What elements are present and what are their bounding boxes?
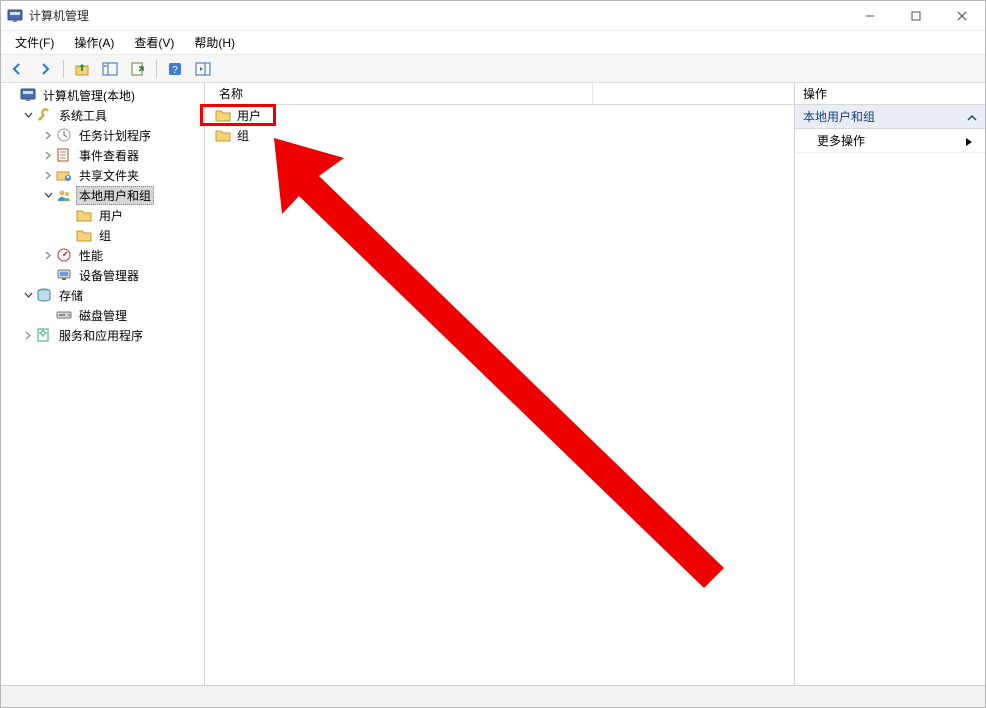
- shared-folders-icon: [56, 167, 72, 183]
- close-button[interactable]: [939, 1, 985, 30]
- folder-icon: [215, 107, 231, 123]
- content-pane: 名称 用户 组: [205, 83, 795, 685]
- export-list-button[interactable]: [126, 58, 150, 80]
- chevron-down-icon[interactable]: [21, 288, 35, 302]
- tree-node-storage[interactable]: 存储: [1, 285, 204, 305]
- tree-label: 本地用户和组: [76, 186, 154, 205]
- services-apps-icon: [36, 327, 52, 343]
- folder-icon: [76, 227, 92, 243]
- window-root: 计算机管理 文件(F) 操作(A) 查看(V) 帮助(H): [0, 0, 986, 708]
- window-controls: [847, 1, 985, 30]
- disk-management-icon: [56, 307, 72, 323]
- expander-spacer: [41, 268, 55, 282]
- chevron-right-icon[interactable]: [41, 128, 55, 142]
- tree-label: 服务和应用程序: [56, 326, 146, 345]
- list-header: 名称: [205, 83, 794, 105]
- tree-node-root[interactable]: 计算机管理(本地): [1, 85, 204, 105]
- tree-node-local-users-groups[interactable]: 本地用户和组: [1, 185, 204, 205]
- performance-icon: [56, 247, 72, 263]
- tree-label: 事件查看器: [76, 146, 142, 165]
- column-header-name[interactable]: 名称: [213, 82, 593, 105]
- actions-item-label: 更多操作: [817, 132, 865, 149]
- tree-label: 用户: [96, 206, 126, 225]
- actions-section-title[interactable]: 本地用户和组: [795, 105, 985, 129]
- tree-node-system-tools[interactable]: 系统工具: [1, 105, 204, 125]
- console-tree: 计算机管理(本地): [1, 85, 204, 345]
- chevron-down-icon[interactable]: [41, 188, 55, 202]
- forward-button[interactable]: [33, 58, 57, 80]
- chevron-right-icon[interactable]: [41, 168, 55, 182]
- app-icon: [7, 8, 23, 24]
- tree-label: 磁盘管理: [76, 306, 130, 325]
- tree-node-event-viewer[interactable]: 事件查看器: [1, 145, 204, 165]
- menubar: 文件(F) 操作(A) 查看(V) 帮助(H): [1, 31, 985, 55]
- chevron-right-icon[interactable]: [41, 248, 55, 262]
- folder-icon: [215, 127, 231, 143]
- expander-spacer: [61, 208, 75, 222]
- actions-item-more[interactable]: 更多操作: [795, 129, 985, 153]
- tree-node-services-apps[interactable]: 服务和应用程序: [1, 325, 204, 345]
- tree-label: 设备管理器: [76, 266, 142, 285]
- help-button[interactable]: ?: [163, 58, 187, 80]
- minimize-button[interactable]: [847, 1, 893, 30]
- tree-node-shared-folders[interactable]: 共享文件夹: [1, 165, 204, 185]
- expander-spacer: [61, 228, 75, 242]
- maximize-button[interactable]: [893, 1, 939, 30]
- expander-icon[interactable]: [5, 88, 19, 102]
- toolbar-separator: [63, 60, 64, 78]
- menu-help[interactable]: 帮助(H): [184, 32, 245, 53]
- back-button[interactable]: [5, 58, 29, 80]
- statusbar: [1, 685, 985, 707]
- show-hide-tree-button[interactable]: [98, 58, 122, 80]
- toolbar: ?: [1, 55, 985, 83]
- tree-node-device-manager[interactable]: 设备管理器: [1, 265, 204, 285]
- list-body[interactable]: 用户 组: [205, 105, 794, 685]
- tree-label: 计算机管理(本地): [40, 86, 138, 105]
- computer-management-icon: [20, 87, 36, 103]
- menu-file[interactable]: 文件(F): [5, 32, 64, 53]
- tree-label: 共享文件夹: [76, 166, 142, 185]
- actions-pane: 操作 本地用户和组 更多操作: [795, 83, 985, 685]
- tree-pane[interactable]: 计算机管理(本地): [1, 83, 205, 685]
- actions-section-label: 本地用户和组: [803, 108, 875, 125]
- chevron-right-icon[interactable]: [41, 148, 55, 162]
- device-manager-icon: [56, 267, 72, 283]
- toolbar-separator: [156, 60, 157, 78]
- clock-icon: [56, 127, 72, 143]
- chevron-right-icon[interactable]: [21, 328, 35, 342]
- event-viewer-icon: [56, 147, 72, 163]
- folder-icon: [76, 207, 92, 223]
- chevron-down-icon[interactable]: [21, 108, 35, 122]
- chevron-up-icon: [967, 112, 977, 122]
- list-item-groups[interactable]: 组: [205, 125, 794, 145]
- list-item-label: 组: [237, 127, 249, 144]
- menu-action[interactable]: 操作(A): [64, 32, 124, 53]
- tree-label: 任务计划程序: [76, 126, 154, 145]
- tree-node-users[interactable]: 用户: [1, 205, 204, 225]
- storage-icon: [36, 287, 52, 303]
- tree-node-task-scheduler[interactable]: 任务计划程序: [1, 125, 204, 145]
- list-item-label: 用户: [237, 107, 261, 124]
- titlebar: 计算机管理: [1, 1, 985, 31]
- up-level-button[interactable]: [70, 58, 94, 80]
- actions-header: 操作: [795, 83, 985, 105]
- tree-node-groups[interactable]: 组: [1, 225, 204, 245]
- tree-label: 组: [96, 226, 114, 245]
- body: 计算机管理(本地): [1, 83, 985, 685]
- tree-label: 性能: [76, 246, 106, 265]
- tree-node-performance[interactable]: 性能: [1, 245, 204, 265]
- users-groups-icon: [56, 187, 72, 203]
- tools-icon: [36, 107, 52, 123]
- svg-text:?: ?: [172, 65, 178, 76]
- tree-label: 存储: [56, 286, 86, 305]
- menu-view[interactable]: 查看(V): [124, 32, 184, 53]
- list-item-users[interactable]: 用户: [205, 105, 794, 125]
- tree-label: 系统工具: [56, 106, 110, 125]
- tree-node-disk-management[interactable]: 磁盘管理: [1, 305, 204, 325]
- triangle-right-icon: [965, 136, 973, 146]
- action-pane-toggle-button[interactable]: [191, 58, 215, 80]
- expander-spacer: [41, 308, 55, 322]
- window-title: 计算机管理: [29, 7, 847, 24]
